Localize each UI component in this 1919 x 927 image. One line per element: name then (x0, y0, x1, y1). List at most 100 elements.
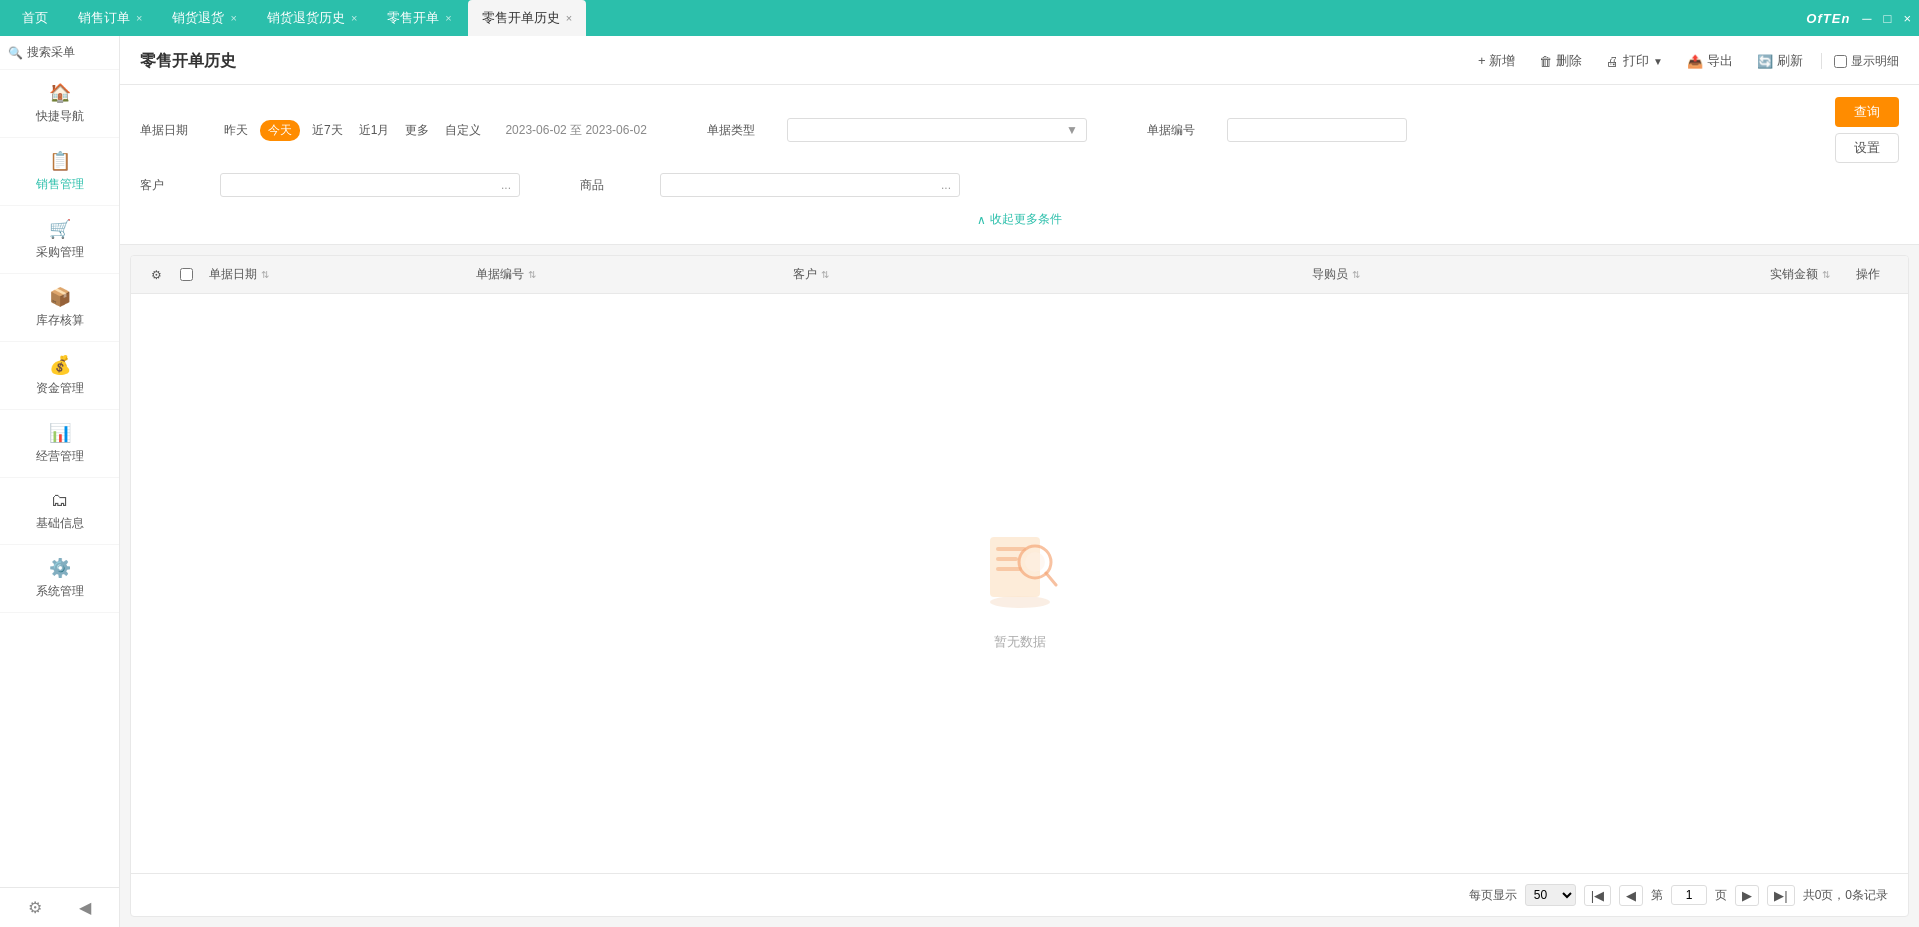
operations-icon: 📊 (49, 422, 71, 444)
date-opt-more[interactable]: 更多 (401, 120, 433, 141)
svg-point-0 (990, 596, 1050, 608)
page-header: 零售开单历史 + 新增 🗑 删除 🖨 打印 ▼ 📤 导出 (120, 36, 1919, 85)
sidebar-item-system-label: 系统管理 (36, 583, 84, 600)
print-button[interactable]: 🖨 打印 ▼ (1600, 48, 1669, 74)
tab-home-label: 首页 (22, 9, 48, 27)
last-page-btn[interactable]: ▶| (1767, 885, 1794, 906)
sidebar-item-system[interactable]: ⚙️ 系统管理 (0, 545, 119, 613)
sidebar-bottom: ⚙ ◀ (0, 887, 119, 927)
col-date[interactable]: 单据日期 ⇅ (201, 256, 468, 293)
tab-sales-order-close[interactable]: × (136, 12, 142, 24)
tab-retail-open-close[interactable]: × (445, 12, 451, 24)
tab-sales-order-label: 销售订单 (78, 9, 130, 27)
tab-retail-open-history-close[interactable]: × (566, 12, 572, 24)
customer-filter-label: 客户 (140, 177, 200, 194)
show-detail-checkbox-label[interactable]: 显示明细 (1834, 53, 1899, 70)
goods-filter-label: 商品 (580, 177, 640, 194)
toolbar-actions: + 新增 🗑 删除 🖨 打印 ▼ 📤 导出 🔄 刷新 (1472, 48, 1899, 84)
empty-text: 暂无数据 (994, 633, 1046, 651)
tab-sales-return-close[interactable]: × (230, 12, 236, 24)
table-area: ⚙ 单据日期 ⇅ 单据编号 ⇅ 客户 ⇅ 导购员 (130, 255, 1909, 917)
sidebar-item-sales-mgmt-label: 销售管理 (36, 176, 84, 193)
export-button[interactable]: 📤 导出 (1681, 48, 1739, 74)
col-settings[interactable]: ⚙ (141, 256, 171, 293)
delete-button[interactable]: 🗑 删除 (1533, 48, 1588, 74)
settings-icon: ⚙ (151, 268, 162, 282)
col-check[interactable] (171, 256, 201, 293)
col-date-label: 单据日期 (209, 266, 257, 283)
prev-page-btn[interactable]: ◀ (1619, 885, 1643, 906)
select-all-checkbox[interactable] (180, 268, 193, 281)
per-page-select[interactable]: 50 10 20 100 (1525, 884, 1576, 906)
svg-rect-4 (996, 567, 1022, 571)
bill-type-select[interactable]: ▼ (787, 118, 1087, 142)
maximize-btn[interactable]: □ (1884, 11, 1892, 26)
first-page-btn[interactable]: |◀ (1584, 885, 1611, 906)
sidebar-settings-btn[interactable]: ⚙ (28, 898, 42, 917)
delete-icon: 🗑 (1539, 54, 1552, 69)
top-nav: 首页 销售订单 × 销货退货 × 销货退货历史 × 零售开单 × 零售开单历史 … (0, 0, 1919, 36)
sidebar-search[interactable]: 🔍 搜索采单 (0, 36, 119, 70)
tab-retail-open[interactable]: 零售开单 × (373, 0, 465, 36)
delete-label: 删除 (1556, 52, 1582, 70)
bill-num-input[interactable] (1227, 118, 1407, 142)
page-number-input[interactable] (1671, 885, 1707, 905)
show-detail-checkbox[interactable] (1834, 55, 1847, 68)
close-btn[interactable]: × (1903, 11, 1911, 26)
print-icon: 🖨 (1606, 54, 1619, 69)
tab-sales-return-history-close[interactable]: × (351, 12, 357, 24)
tab-sales-return-history-label: 销货退货历史 (267, 9, 345, 27)
customer-select[interactable]: ... (220, 173, 520, 197)
sidebar-item-sales-mgmt[interactable]: 📋 销售管理 (0, 138, 119, 206)
date-opt-today[interactable]: 今天 (260, 120, 300, 141)
date-filter-label: 单据日期 (140, 122, 200, 139)
main-layout: 🔍 搜索采单 🏠 快捷导航 📋 销售管理 🛒 采购管理 📦 库存核算 💰 资金管… (0, 36, 1919, 927)
goods-select[interactable]: ... (660, 173, 960, 197)
add-button[interactable]: + 新增 (1472, 48, 1521, 74)
sidebar-item-finance[interactable]: 💰 资金管理 (0, 342, 119, 410)
date-opt-custom[interactable]: 自定义 (441, 120, 485, 141)
date-opt-yesterday[interactable]: 昨天 (220, 120, 252, 141)
content-area: 零售开单历史 + 新增 🗑 删除 🖨 打印 ▼ 📤 导出 (120, 36, 1919, 927)
sidebar-item-operations-label: 经营管理 (36, 448, 84, 465)
refresh-button[interactable]: 🔄 刷新 (1751, 48, 1809, 74)
col-actions: 操作 (1838, 256, 1898, 293)
col-amount[interactable]: 实销金额 ⇅ (1571, 256, 1838, 293)
tab-retail-open-history[interactable]: 零售开单历史 × (468, 0, 586, 36)
bill-num-label: 单据编号 (1147, 122, 1207, 139)
filter-row-2: 客户 ... 商品 ... (140, 173, 1899, 197)
per-page-label: 每页显示 (1469, 887, 1517, 904)
date-opt-last7[interactable]: 近7天 (308, 120, 347, 141)
minimize-btn[interactable]: ─ (1862, 11, 1871, 26)
col-customer-label: 客户 (793, 266, 817, 283)
sidebar-item-quick-nav[interactable]: 🏠 快捷导航 (0, 70, 119, 138)
sidebar-collapse-btn[interactable]: ◀ (79, 898, 91, 917)
bill-type-label: 单据类型 (707, 122, 767, 139)
purchase-mgmt-icon: 🛒 (49, 218, 71, 240)
sidebar-item-basic-info[interactable]: 🗂 基础信息 (0, 478, 119, 545)
col-customer[interactable]: 客户 ⇅ (785, 256, 1303, 293)
date-opt-last1m[interactable]: 近1月 (355, 120, 394, 141)
basic-info-icon: 🗂 (51, 490, 69, 511)
pagination: 每页显示 50 10 20 100 |◀ ◀ 第 页 ▶ ▶| 共0页，0条记录 (131, 873, 1908, 916)
svg-line-7 (1046, 573, 1056, 585)
collapse-button[interactable]: ∧ 收起更多条件 (140, 207, 1899, 232)
col-customer-sort-icon: ⇅ (821, 269, 829, 280)
tab-home[interactable]: 首页 (8, 0, 62, 36)
next-page-btn[interactable]: ▶ (1735, 885, 1759, 906)
tab-sales-order[interactable]: 销售订单 × (64, 0, 156, 36)
empty-state: 暂无数据 (131, 294, 1908, 873)
query-button[interactable]: 查询 (1835, 97, 1899, 127)
sidebar-item-operations[interactable]: 📊 经营管理 (0, 410, 119, 478)
col-guide[interactable]: 导购员 ⇅ (1304, 256, 1571, 293)
filter-settings-button[interactable]: 设置 (1835, 133, 1899, 163)
col-num[interactable]: 单据编号 ⇅ (468, 256, 785, 293)
sidebar-item-purchase-mgmt[interactable]: 🛒 采购管理 (0, 206, 119, 274)
sidebar-item-quick-nav-label: 快捷导航 (36, 108, 84, 125)
tab-retail-open-label: 零售开单 (387, 9, 439, 27)
tab-sales-return-history[interactable]: 销货退货历史 × (253, 0, 371, 36)
sidebar-item-inventory[interactable]: 📦 库存核算 (0, 274, 119, 342)
svg-point-6 (1025, 552, 1045, 572)
tab-sales-return[interactable]: 销货退货 × (158, 0, 250, 36)
inventory-icon: 📦 (49, 286, 71, 308)
